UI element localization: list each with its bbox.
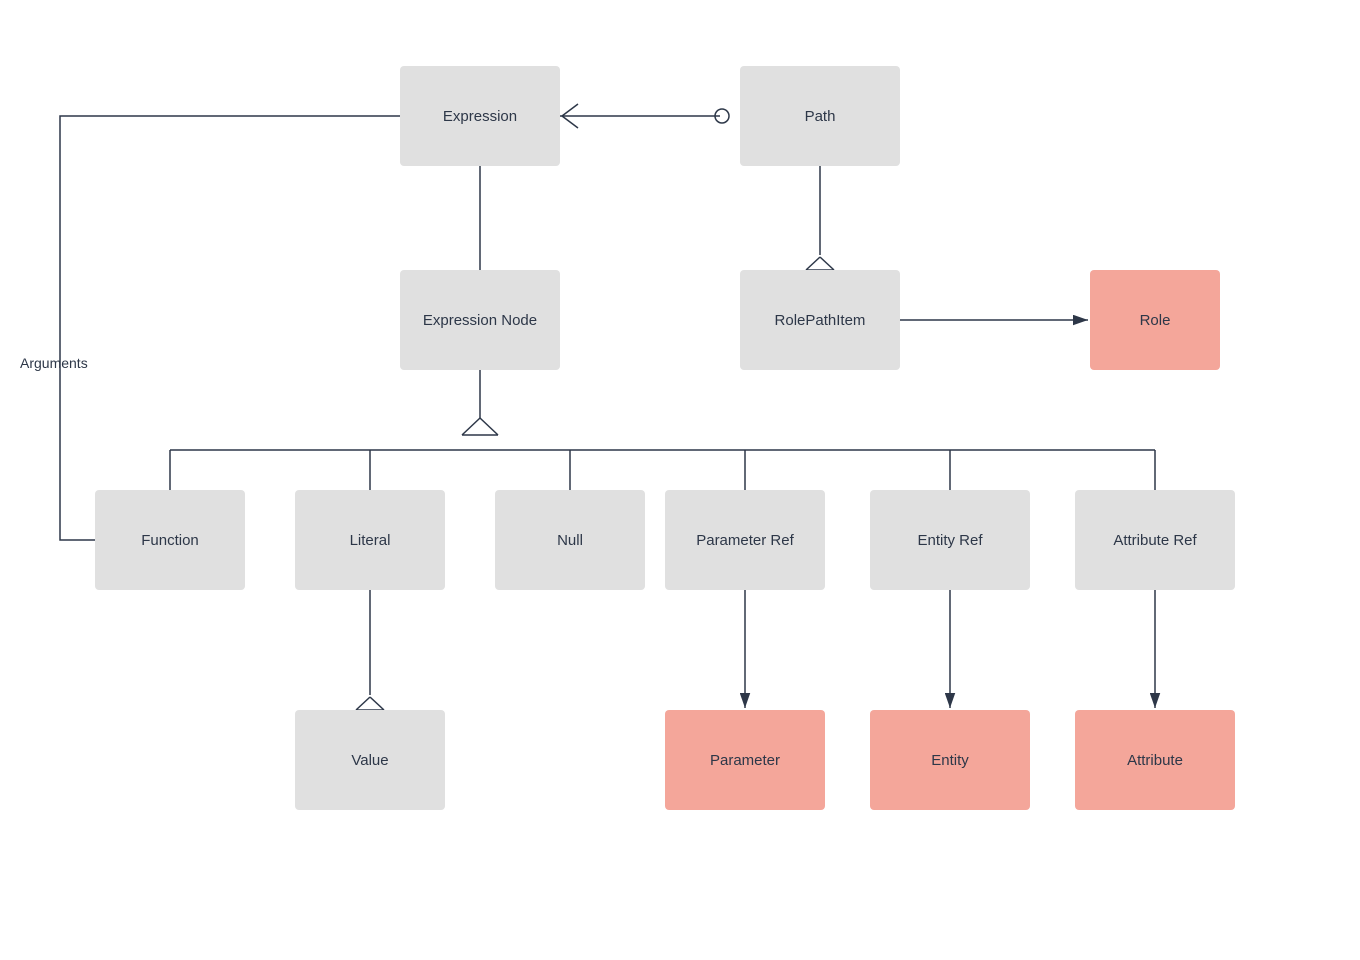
node-parameter[interactable]: Parameter <box>665 710 825 810</box>
diagram-container: Arguments Expression Path Expression Nod… <box>0 0 1360 960</box>
node-value[interactable]: Value <box>295 710 445 810</box>
svg-text:Arguments: Arguments <box>20 355 88 371</box>
node-parameter-ref[interactable]: Parameter Ref <box>665 490 825 590</box>
node-entity[interactable]: Entity <box>870 710 1030 810</box>
node-expression[interactable]: Expression <box>400 66 560 166</box>
node-function[interactable]: Function <box>95 490 245 590</box>
node-entity-ref[interactable]: Entity Ref <box>870 490 1030 590</box>
node-expression-node[interactable]: Expression Node <box>400 270 560 370</box>
node-literal[interactable]: Literal <box>295 490 445 590</box>
node-attribute[interactable]: Attribute <box>1075 710 1235 810</box>
node-attribute-ref[interactable]: Attribute Ref <box>1075 490 1235 590</box>
node-role[interactable]: Role <box>1090 270 1220 370</box>
node-role-path-item[interactable]: RolePathItem <box>740 270 900 370</box>
node-null[interactable]: Null <box>495 490 645 590</box>
node-path[interactable]: Path <box>740 66 900 166</box>
diagram-svg: Arguments <box>0 0 1360 960</box>
